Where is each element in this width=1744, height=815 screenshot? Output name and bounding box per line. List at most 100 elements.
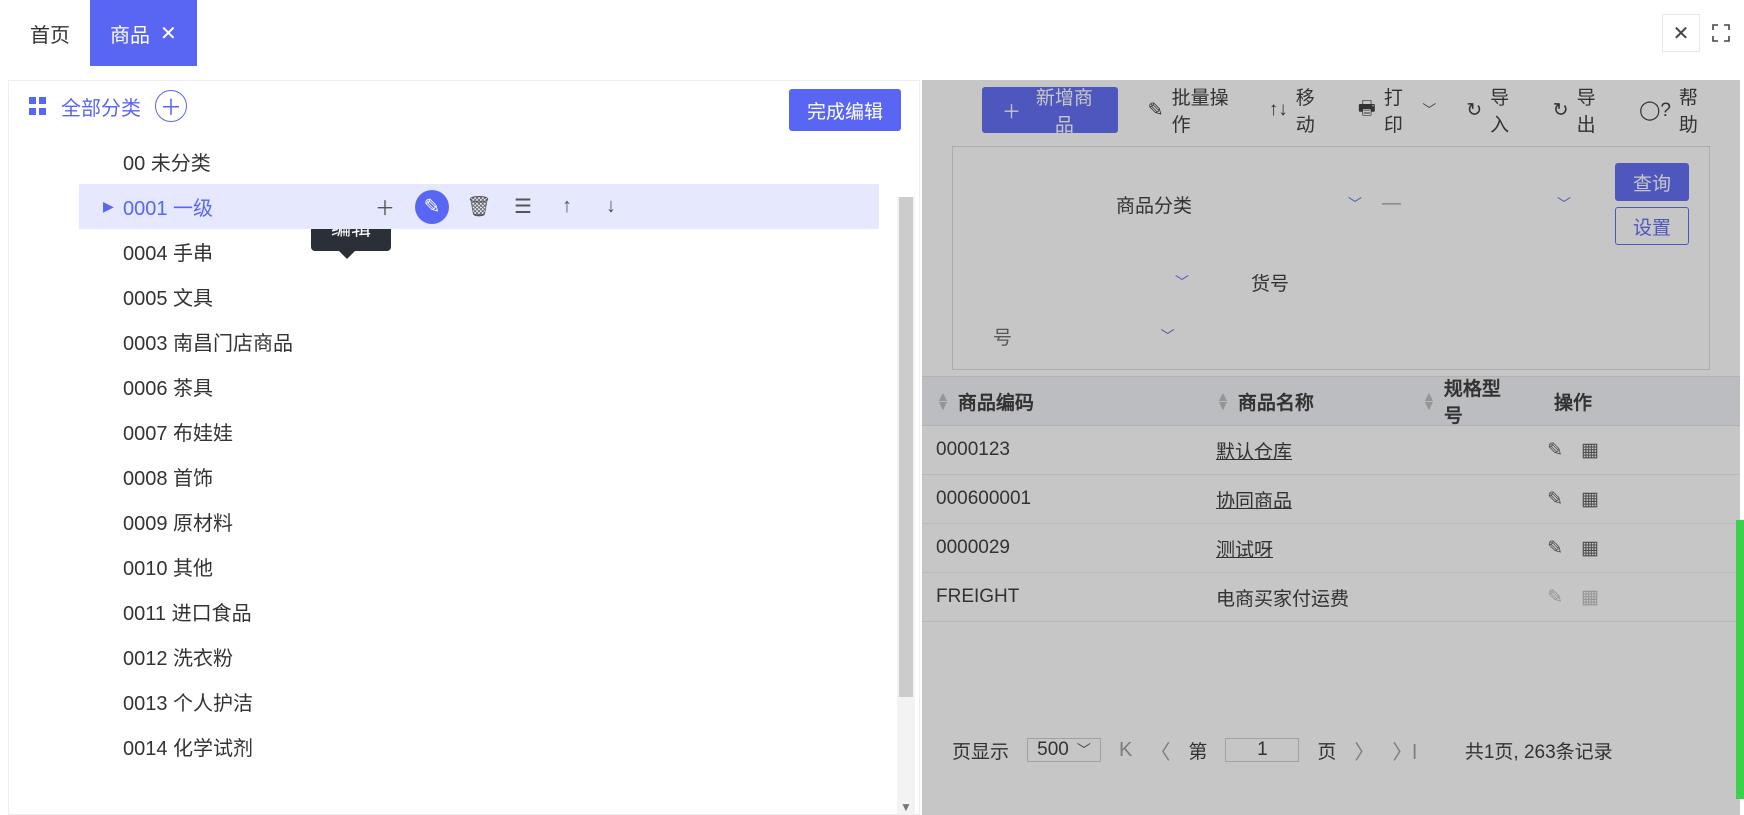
category-item[interactable]: 0006 茶具 (79, 364, 879, 409)
chevron-down-icon: ﹀ (1422, 100, 1436, 120)
row-edit-icon[interactable]: ✎ (1547, 537, 1563, 560)
category-label: 0006 茶具 (123, 372, 213, 401)
settings-button[interactable]: 设置 (1615, 207, 1689, 245)
fullscreen-icon[interactable] (1702, 14, 1740, 52)
sort-icon[interactable]: ▲▼ (1216, 392, 1230, 410)
new-product-button[interactable]: ＋新增商品 (982, 87, 1118, 133)
first-page-button[interactable]: K (1119, 739, 1132, 762)
query-button[interactable]: 查询 (1615, 163, 1689, 201)
right-panel: ＋新增商品 ✎批量操作 ↑↓移动 🖶打印﹀ ↻导入 ↻导出 ◯?帮助 商品分类 … (922, 80, 1740, 815)
row-edit-icon[interactable]: ✎ (1547, 439, 1563, 462)
move-down-icon[interactable]: ↓ (597, 193, 625, 221)
cell-code: 0000123 (922, 439, 1202, 461)
tab-product[interactable]: 商品 ✕ (90, 0, 197, 66)
category-label: 0005 文具 (123, 282, 213, 311)
done-edit-button[interactable]: 完成编辑 (789, 89, 901, 131)
scrollbar-thumb[interactable] (899, 197, 913, 697)
import-button[interactable]: ↻导入 (1466, 83, 1522, 137)
category-label: 00 未分类 (123, 147, 211, 176)
prev-page-button[interactable]: 〈 (1150, 736, 1170, 765)
page-summary: 共1页, 263条记录 (1465, 737, 1613, 764)
filter-category-from[interactable]: ﹀ (1212, 187, 1362, 221)
import-icon: ↻ (1466, 99, 1482, 122)
grid-icon (29, 97, 47, 115)
category-tree: 00 未分类▶0001 一级＋✎🗑☰↑↓0004 手串0005 文具0003 南… (79, 139, 879, 814)
close-all-icon[interactable]: ✕ (1662, 14, 1700, 52)
row-edit-icon[interactable]: ✎ (1547, 488, 1563, 511)
product-name-link[interactable]: 协同商品 (1216, 486, 1292, 513)
row-more-icon[interactable]: ▦ (1581, 537, 1599, 560)
filter-category-label: 商品分类 (1072, 191, 1192, 218)
page-input[interactable]: 1 (1225, 738, 1299, 762)
category-label: 0009 原材料 (123, 507, 233, 536)
cell-code: 0000029 (922, 537, 1202, 559)
archive-icon[interactable]: ☰ (509, 193, 537, 221)
category-item[interactable]: 0003 南昌门店商品 (79, 319, 879, 364)
tab-bar: 首页 商品 ✕ ✕ (0, 0, 1744, 66)
print-button[interactable]: 🖶打印﹀ (1358, 83, 1436, 137)
category-item[interactable]: 0009 原材料 (79, 499, 879, 544)
add-child-icon[interactable]: ＋ (371, 193, 399, 221)
table-header: ▲▼ 商品编码 ▲▼ 商品名称 ▲▼ 规格型号 操作 (922, 376, 1740, 426)
sort-icon[interactable]: ▲▼ (1422, 392, 1436, 410)
help-button[interactable]: ◯?帮助 (1639, 83, 1710, 137)
category-item[interactable]: 0010 其他 (79, 544, 879, 589)
category-item[interactable]: 0012 洗衣粉 (79, 634, 879, 679)
category-label: 0013 个人护洁 (123, 687, 253, 716)
chevron-down-icon: ﹀ (1077, 740, 1091, 760)
table-row: 0000029 测试呀 ✎ ▦ (922, 524, 1740, 573)
col-spec-label: 规格型号 (1444, 374, 1504, 428)
close-icon[interactable]: ✕ (160, 21, 177, 46)
filter-unknown-select[interactable]: ﹀ (1039, 265, 1189, 299)
sort-icon[interactable]: ▲▼ (936, 392, 950, 410)
category-item[interactable]: 0004 手串 (79, 229, 879, 274)
category-label: 0004 手串 (123, 237, 213, 266)
category-header: 全部分类 ＋ 完成编辑 (9, 81, 919, 131)
col-code-label: 商品编码 (958, 388, 1034, 415)
category-label: 0001 一级 (123, 192, 213, 221)
filter-category-to[interactable]: ﹀ (1421, 187, 1571, 221)
move-button[interactable]: ↑↓移动 (1269, 83, 1328, 137)
row-more-icon[interactable]: ▦ (1581, 488, 1599, 511)
row-more-icon[interactable]: ▦ (1581, 586, 1599, 609)
category-item[interactable]: 0014 化学试剂 (79, 724, 879, 769)
category-label: 0010 其他 (123, 552, 213, 581)
add-category-icon[interactable]: ＋ (155, 90, 187, 122)
print-icon: 🖶 (1358, 94, 1376, 126)
col-op-label: 操作 (1518, 388, 1628, 415)
category-item[interactable]: 0007 布娃娃 (79, 409, 879, 454)
category-item[interactable]: ▶0001 一级＋✎🗑☰↑↓ (79, 184, 879, 229)
last-page-button[interactable]: 〉l (1392, 736, 1416, 765)
category-item[interactable]: 0008 首饰 (79, 454, 879, 499)
table-row: 000600001协同商品✎▦ (922, 475, 1740, 524)
filter-extra-select[interactable]: ﹀ (1032, 319, 1175, 353)
category-item[interactable]: 0013 个人护洁 (79, 679, 879, 724)
category-label: 0014 化学试剂 (123, 732, 253, 761)
export-button[interactable]: ↻导出 (1553, 83, 1609, 137)
filter-sku-label: 货号 (1209, 269, 1289, 296)
all-categories-link[interactable]: 全部分类 (61, 92, 141, 121)
category-item[interactable]: 0005 文具 (79, 274, 879, 319)
cell-code: FREIGHT (922, 586, 1202, 608)
category-item[interactable]: 0011 进口食品 (79, 589, 879, 634)
page-size-select[interactable]: 500﹀ (1027, 738, 1101, 762)
product-name-link[interactable]: 测试呀 (1216, 535, 1273, 562)
row-edit-icon: ✎ (1547, 586, 1563, 609)
category-label: 0011 进口食品 (123, 597, 252, 626)
product-name-link[interactable]: 默认仓库 (1216, 437, 1292, 464)
table-row: 0000123 默认仓库 ✎ ▦ (922, 426, 1740, 475)
category-item[interactable]: 00 未分类 (79, 139, 879, 184)
delete-icon[interactable]: 🗑 (465, 193, 493, 221)
row-more-icon[interactable]: ▦ (1581, 439, 1599, 462)
move-icon: ↑↓ (1269, 99, 1288, 121)
pagination: 页显示 500﹀ K 〈 第 1 页 〉 〉l 共1页, 263条记录 (922, 725, 1740, 775)
move-up-icon[interactable]: ↑ (553, 193, 581, 221)
batch-button[interactable]: ✎批量操作 (1148, 83, 1239, 137)
edit-icon[interactable]: ✎ (415, 190, 449, 224)
tab-home[interactable]: 首页 (10, 0, 90, 66)
help-icon: ◯? (1639, 99, 1671, 122)
col-name-label: 商品名称 (1238, 388, 1314, 415)
table-row: FREIGHT电商买家付运费✎▦ (922, 573, 1740, 622)
next-page-button[interactable]: 〉 (1354, 736, 1374, 765)
scrollbar[interactable]: ▲ ▼ (897, 197, 915, 814)
